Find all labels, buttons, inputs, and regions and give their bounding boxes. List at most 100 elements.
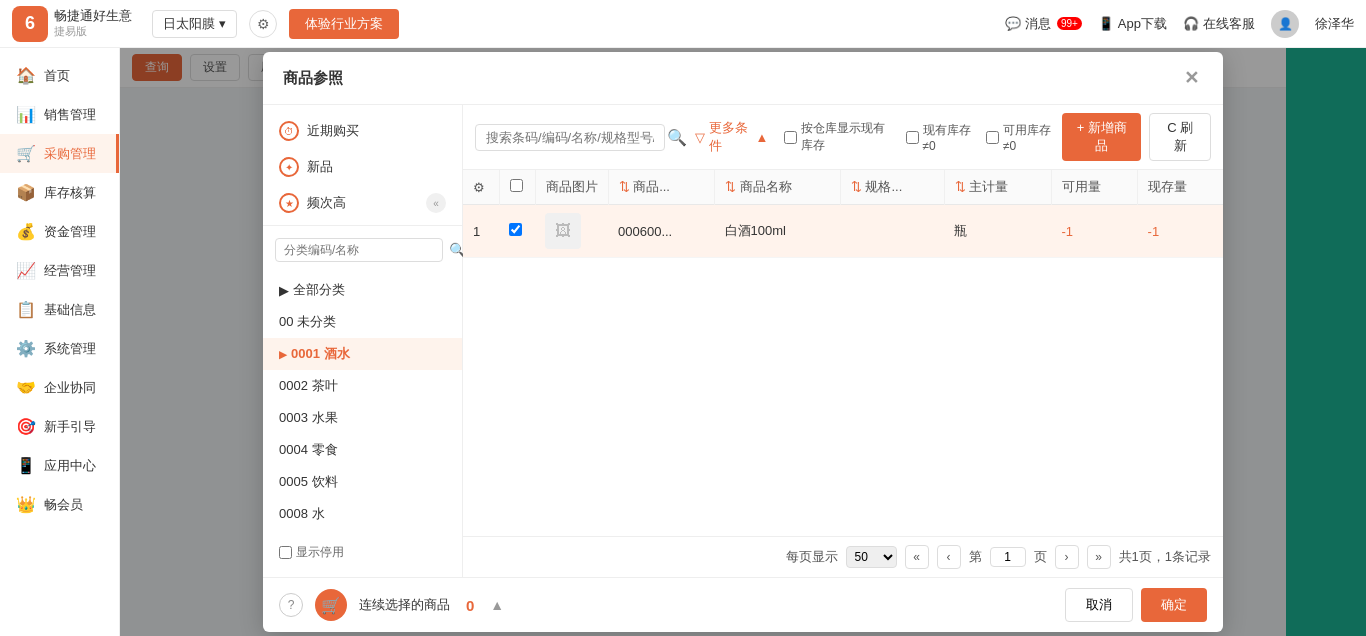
messages-item[interactable]: 💬 消息 99+	[1005, 15, 1082, 33]
cat-0001[interactable]: ▶ 0001 酒水	[263, 338, 462, 370]
brand-name: 畅捷通好生意	[54, 8, 132, 25]
collapse-btn[interactable]: «	[426, 193, 446, 213]
sidebar-item-appcenter[interactable]: 📱 应用中心	[0, 446, 119, 485]
help-btn[interactable]: ?	[279, 593, 303, 617]
product-search-btn[interactable]: 🔍	[667, 128, 687, 147]
sidebar-item-ops[interactable]: 📈 经营管理	[0, 251, 119, 290]
message-icon: 💬	[1005, 16, 1021, 31]
th-gear[interactable]: ⚙	[463, 170, 499, 205]
arrow-up-icon[interactable]: ▲	[490, 597, 504, 613]
sidebar-item-system[interactable]: ⚙️ 系统管理	[0, 329, 119, 368]
check-current-stock[interactable]: 现有库存≠0	[906, 122, 974, 153]
headset-icon: 🎧	[1183, 16, 1199, 31]
page-input[interactable]	[990, 547, 1026, 567]
cart-count: 0	[466, 597, 474, 614]
sort-icon-spec: ⇅	[851, 179, 862, 194]
sidebar-item-guide[interactable]: 🎯 新手引导	[0, 407, 119, 446]
category-search-input[interactable]	[275, 238, 443, 262]
chevron-down-icon: ▾	[219, 16, 226, 31]
th-check[interactable]	[499, 170, 535, 205]
nav-selector[interactable]: 日太阳膜 ▾	[152, 10, 237, 38]
sidebar-label-purchase: 采购管理	[44, 145, 96, 163]
app-download-item[interactable]: 📱 App下载	[1098, 15, 1167, 33]
per-page-select[interactable]: 50 100 200	[846, 546, 897, 568]
sidebar-label-system: 系统管理	[44, 340, 96, 358]
sidebar-item-member[interactable]: 👑 畅会员	[0, 485, 119, 524]
cat-0008[interactable]: 0008 水	[263, 498, 462, 530]
cancel-button[interactable]: 取消	[1065, 588, 1133, 622]
sidebar-label-sales: 销售管理	[44, 106, 96, 124]
more-conditions-btn[interactable]: ▽ 更多条件 ▲	[695, 119, 768, 155]
cat-0004[interactable]: 0004 零食	[263, 434, 462, 466]
per-page-label: 每页显示	[786, 548, 838, 566]
sidebar-item-inventory[interactable]: 📦 库存核算	[0, 173, 119, 212]
online-service-item[interactable]: 🎧 在线客服	[1183, 15, 1255, 33]
sidebar-label-corp: 企业协同	[44, 379, 96, 397]
username: 徐泽华	[1315, 15, 1354, 33]
purchase-icon: 🛒	[16, 144, 36, 163]
footer-actions: 取消 确定	[1065, 588, 1207, 622]
show-disabled-checkbox[interactable]	[279, 546, 292, 559]
sidebar-item-sales[interactable]: 📊 销售管理	[0, 95, 119, 134]
add-product-btn[interactable]: + 新增商品	[1062, 113, 1141, 161]
basic-icon: 📋	[16, 300, 36, 319]
row-check[interactable]	[499, 205, 535, 258]
th-available: 可用量	[1051, 170, 1137, 205]
check-current-cb[interactable]	[906, 131, 919, 144]
trial-btn[interactable]: 体验行业方案	[289, 9, 399, 39]
th-spec[interactable]: ⇅ 规格...	[840, 170, 944, 205]
cart-icon[interactable]: 🛒	[315, 589, 347, 621]
cat-0005[interactable]: 0005 饮料	[263, 466, 462, 498]
product-table: ⚙ 商品图片 ⇅ 商品...	[463, 170, 1223, 258]
row-name: 白酒100ml	[715, 205, 841, 258]
show-disabled-row: 显示停用	[263, 536, 462, 569]
sidebar-label-ops: 经营管理	[44, 262, 96, 280]
sidebar-label-appcenter: 应用中心	[44, 457, 96, 475]
show-disabled-label[interactable]: 显示停用	[279, 544, 344, 561]
row-checkbox[interactable]	[509, 223, 522, 236]
avatar[interactable]: 👤	[1271, 10, 1299, 38]
app-logo-icon: 6	[12, 6, 48, 42]
check-available-stock[interactable]: 可用库存≠0	[986, 122, 1054, 153]
table-row[interactable]: 1 🖼 000600... 白酒100ml 瓶 -1 -1	[463, 205, 1223, 258]
product-image: 🖼	[545, 213, 581, 249]
sidebar-label-member: 畅会员	[44, 496, 83, 514]
check-warehouse-stock[interactable]: 按仓库显示现有库存	[784, 120, 893, 154]
cat-all[interactable]: ▶ 全部分类	[263, 274, 462, 306]
logo-area: 6 畅捷通好生意 捷易版	[12, 6, 132, 42]
sidebar-item-basic[interactable]: 📋 基础信息	[0, 290, 119, 329]
sidebar-item-finance[interactable]: 💰 资金管理	[0, 212, 119, 251]
appcenter-icon: 📱	[16, 456, 36, 475]
left-menu-new[interactable]: ✦ 新品	[263, 149, 462, 185]
sidebar-item-purchase[interactable]: 🛒 采购管理	[0, 134, 119, 173]
modal-close-button[interactable]: ✕	[1179, 66, 1203, 90]
refresh-btn[interactable]: C 刷新	[1149, 113, 1211, 161]
sidebar-item-home[interactable]: 🏠 首页	[0, 56, 119, 95]
next-page-btn[interactable]: ›	[1055, 545, 1079, 569]
page-suffix: 页	[1034, 548, 1047, 566]
left-menu-frequent[interactable]: ★ 频次高 «	[263, 185, 462, 221]
th-unit[interactable]: ⇅ 主计量	[944, 170, 1051, 205]
product-search-input[interactable]	[475, 124, 665, 151]
cat-0002[interactable]: 0002 茶叶	[263, 370, 462, 402]
left-menu-recent[interactable]: ⏱ 近期购买	[263, 113, 462, 149]
confirm-button[interactable]: 确定	[1141, 588, 1207, 622]
row-spec	[840, 205, 944, 258]
th-name[interactable]: ⇅ 商品名称	[715, 170, 841, 205]
modal-right-panel: 🔍 ▽ 更多条件 ▲ 按仓库显示现有库存	[463, 105, 1223, 577]
select-all-cb[interactable]	[510, 179, 523, 192]
cat-00[interactable]: 00 未分类	[263, 306, 462, 338]
divider	[263, 225, 462, 226]
first-page-btn[interactable]: «	[905, 545, 929, 569]
prev-page-btn[interactable]: ‹	[937, 545, 961, 569]
last-page-btn[interactable]: »	[1087, 545, 1111, 569]
category-list: ▶ 全部分类 00 未分类 ▶ 0001 酒水 0002 茶	[263, 270, 462, 536]
sort-icon: ⇅	[619, 179, 630, 194]
th-code[interactable]: ⇅ 商品...	[608, 170, 715, 205]
sidebar-item-corp[interactable]: 🤝 企业协同	[0, 368, 119, 407]
gear-icon[interactable]: ⚙	[249, 10, 277, 38]
check-available-cb[interactable]	[986, 131, 999, 144]
cat-0003[interactable]: 0003 水果	[263, 402, 462, 434]
category-search-row: 🔍	[263, 230, 462, 270]
check-warehouse-cb[interactable]	[784, 131, 797, 144]
